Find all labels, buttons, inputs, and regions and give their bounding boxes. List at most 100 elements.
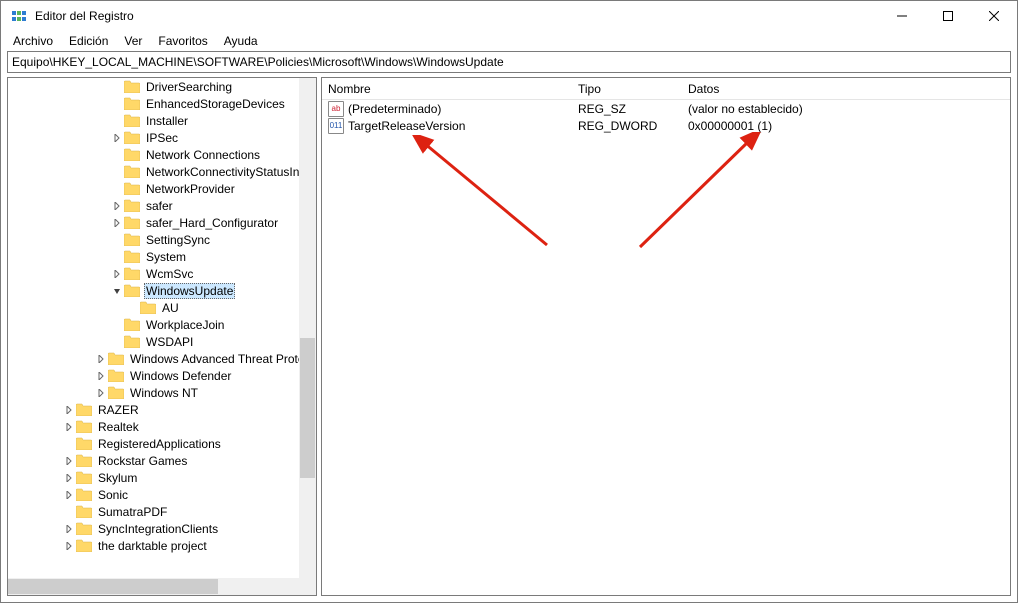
column-data[interactable]: Datos bbox=[682, 82, 1010, 96]
minimize-button[interactable] bbox=[879, 1, 925, 31]
menubar: Archivo Edición Ver Favoritos Ayuda bbox=[1, 31, 1017, 51]
folder-icon bbox=[124, 182, 140, 195]
tree-item[interactable]: NetworkProvider bbox=[8, 180, 316, 197]
tree-item[interactable]: SettingSync bbox=[8, 231, 316, 248]
chevron-closed-icon[interactable] bbox=[64, 405, 74, 415]
maximize-button[interactable] bbox=[925, 1, 971, 31]
chevron-closed-icon[interactable] bbox=[112, 218, 122, 228]
chevron-closed-icon[interactable] bbox=[96, 388, 106, 398]
tree-item[interactable]: SumatraPDF bbox=[8, 503, 316, 520]
tree-horizontal-scrollbar[interactable] bbox=[8, 578, 299, 595]
chevron-closed-icon[interactable] bbox=[64, 422, 74, 432]
tree-item[interactable]: Windows Advanced Threat Protection bbox=[8, 350, 316, 367]
titlebar[interactable]: Editor del Registro bbox=[1, 1, 1017, 31]
folder-icon bbox=[76, 471, 92, 484]
tree-item[interactable]: safer_Hard_Configurator bbox=[8, 214, 316, 231]
folder-icon bbox=[124, 97, 140, 110]
minimize-icon bbox=[897, 11, 907, 21]
chevron-none-icon bbox=[112, 99, 122, 109]
tree-item-label: RAZER bbox=[96, 403, 141, 417]
list-body[interactable]: ab(Predeterminado)REG_SZ(valor no establ… bbox=[322, 100, 1010, 595]
folder-icon bbox=[76, 522, 92, 535]
tree-item-label: Skylum bbox=[96, 471, 139, 485]
window-title: Editor del Registro bbox=[35, 9, 134, 23]
tree-item[interactable]: Installer bbox=[8, 112, 316, 129]
tree-item[interactable]: RAZER bbox=[8, 401, 316, 418]
chevron-closed-icon[interactable] bbox=[96, 371, 106, 381]
chevron-open-icon[interactable] bbox=[112, 286, 122, 296]
folder-icon bbox=[108, 369, 124, 382]
list-row[interactable]: 011TargetReleaseVersionREG_DWORD0x000000… bbox=[322, 117, 1010, 134]
tree-item[interactable]: Windows NT bbox=[8, 384, 316, 401]
menu-view[interactable]: Ver bbox=[116, 32, 150, 50]
menu-favorites[interactable]: Favoritos bbox=[150, 32, 215, 50]
folder-icon bbox=[124, 199, 140, 212]
tree-item-label: Rockstar Games bbox=[96, 454, 189, 468]
tree-item[interactable]: RegisteredApplications bbox=[8, 435, 316, 452]
column-name[interactable]: Nombre bbox=[322, 82, 572, 96]
column-type[interactable]: Tipo bbox=[572, 82, 682, 96]
menu-edit[interactable]: Edición bbox=[61, 32, 116, 50]
tree-item-label: Windows NT bbox=[128, 386, 200, 400]
tree-vertical-scrollbar[interactable] bbox=[299, 78, 316, 578]
tree-item[interactable]: Rockstar Games bbox=[8, 452, 316, 469]
address-bar[interactable]: Equipo\HKEY_LOCAL_MACHINE\SOFTWARE\Polic… bbox=[7, 51, 1011, 73]
folder-icon bbox=[124, 267, 140, 280]
value-name: TargetReleaseVersion bbox=[348, 119, 465, 133]
tree-item[interactable]: IPSec bbox=[8, 129, 316, 146]
list-header: Nombre Tipo Datos bbox=[322, 78, 1010, 100]
tree-item[interactable]: SyncIntegrationClients bbox=[8, 520, 316, 537]
tree-item[interactable]: WorkplaceJoin bbox=[8, 316, 316, 333]
list-row[interactable]: ab(Predeterminado)REG_SZ(valor no establ… bbox=[322, 100, 1010, 117]
chevron-closed-icon[interactable] bbox=[112, 201, 122, 211]
tree-item-label: WSDAPI bbox=[144, 335, 195, 349]
tree-item[interactable]: WcmSvc bbox=[8, 265, 316, 282]
menu-help[interactable]: Ayuda bbox=[216, 32, 266, 50]
tree-item[interactable]: Realtek bbox=[8, 418, 316, 435]
chevron-closed-icon[interactable] bbox=[64, 473, 74, 483]
tree-item[interactable]: the darktable project bbox=[8, 537, 316, 554]
tree-item-label: Windows Advanced Threat Protection bbox=[128, 352, 316, 366]
tree-item[interactable]: NetworkConnectivityStatusIndicator bbox=[8, 163, 316, 180]
chevron-closed-icon[interactable] bbox=[64, 490, 74, 500]
tree-item-label: Windows Defender bbox=[128, 369, 233, 383]
tree-item[interactable]: safer bbox=[8, 197, 316, 214]
tree-item-label: NetworkConnectivityStatusIndicator bbox=[144, 165, 316, 179]
cell-data: 0x00000001 (1) bbox=[682, 119, 1010, 133]
tree-item[interactable]: AU bbox=[8, 299, 316, 316]
folder-icon bbox=[76, 403, 92, 416]
chevron-closed-icon[interactable] bbox=[64, 541, 74, 551]
tree-item[interactable]: EnhancedStorageDevices bbox=[8, 95, 316, 112]
folder-icon bbox=[124, 335, 140, 348]
tree-item-label: System bbox=[144, 250, 188, 264]
chevron-closed-icon[interactable] bbox=[96, 354, 106, 364]
scrollbar-thumb[interactable] bbox=[8, 579, 218, 594]
tree-item-label: SettingSync bbox=[144, 233, 212, 247]
annotation-arrow-right bbox=[632, 132, 762, 252]
scrollbar-thumb[interactable] bbox=[300, 338, 315, 478]
main: DriverSearching EnhancedStorageDevicesIns… bbox=[7, 77, 1011, 596]
close-button[interactable] bbox=[971, 1, 1017, 31]
tree-item[interactable]: DriverSearching bbox=[8, 78, 316, 95]
tree-item[interactable]: Sonic bbox=[8, 486, 316, 503]
tree-item[interactable]: System bbox=[8, 248, 316, 265]
chevron-closed-icon[interactable] bbox=[64, 456, 74, 466]
menu-file[interactable]: Archivo bbox=[5, 32, 61, 50]
tree-item[interactable]: Network Connections bbox=[8, 146, 316, 163]
tree-item-label: IPSec bbox=[144, 131, 180, 145]
tree-item-label: RegisteredApplications bbox=[96, 437, 223, 451]
tree-scroll: DriverSearching EnhancedStorageDevicesIns… bbox=[8, 78, 316, 595]
folder-icon bbox=[76, 437, 92, 450]
tree-item-label: SumatraPDF bbox=[96, 505, 169, 519]
tree-item[interactable]: WSDAPI bbox=[8, 333, 316, 350]
chevron-none-icon bbox=[128, 303, 138, 313]
chevron-closed-icon[interactable] bbox=[112, 133, 122, 143]
chevron-closed-icon[interactable] bbox=[64, 524, 74, 534]
folder-icon bbox=[124, 165, 140, 178]
tree-item-label: EnhancedStorageDevices bbox=[144, 97, 287, 111]
tree-item[interactable]: Windows Defender bbox=[8, 367, 316, 384]
tree-item[interactable]: Skylum bbox=[8, 469, 316, 486]
tree-item[interactable]: WindowsUpdate bbox=[8, 282, 316, 299]
chevron-closed-icon[interactable] bbox=[112, 269, 122, 279]
tree: DriverSearching EnhancedStorageDevicesIns… bbox=[8, 78, 316, 554]
